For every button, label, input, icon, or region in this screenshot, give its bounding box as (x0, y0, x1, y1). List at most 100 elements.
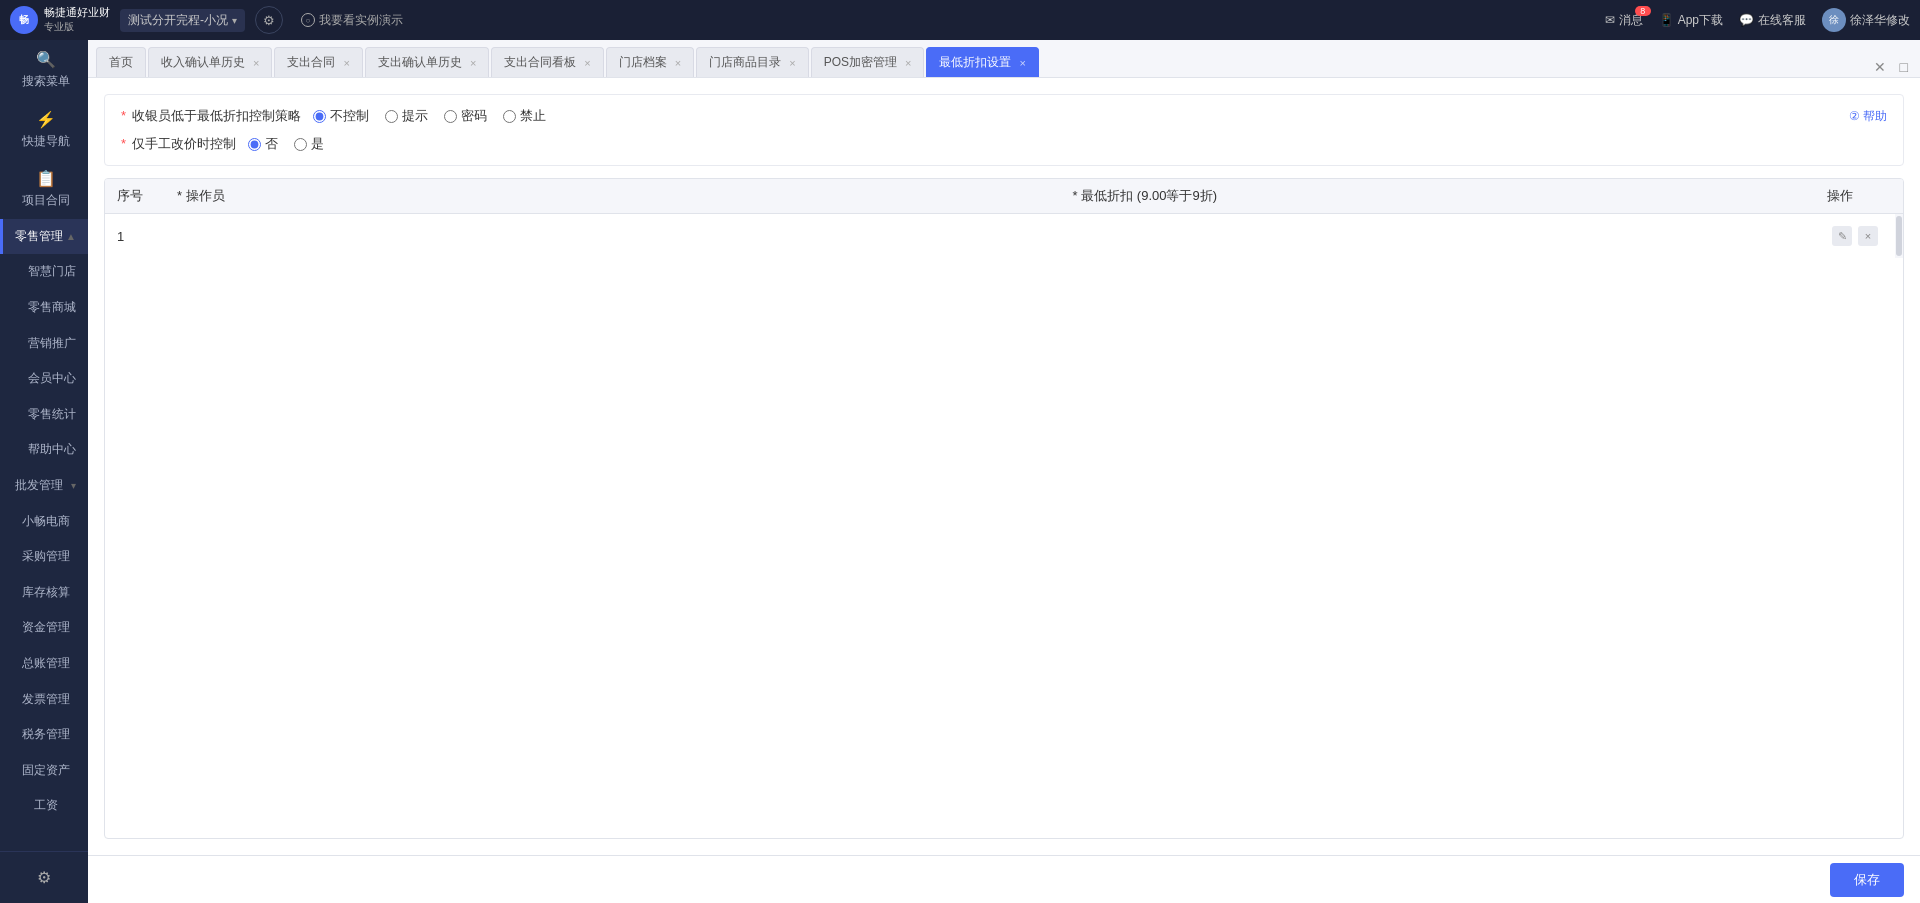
tab-actions: ✕ □ (1870, 57, 1912, 77)
manual-required-mark: * (121, 136, 126, 151)
sidebar-label-ledger: 总账管理 (22, 656, 70, 672)
sidebar-item-ecommerce[interactable]: 小畅电商 (0, 504, 88, 540)
sidebar-label-invoice: 发票管理 (22, 692, 70, 708)
workspace-selector[interactable]: 测试分开完程-小况 ▾ (120, 9, 245, 32)
online-service-button[interactable]: 💬 在线客服 (1739, 12, 1806, 29)
help-link[interactable]: ② 帮助 (1849, 108, 1887, 125)
scrollbar-thumb (1896, 216, 1902, 256)
th-min-discount: * 最低折扣 (9.00等于9折) (1061, 179, 1815, 214)
sidebar-item-salary[interactable]: 工资 (0, 788, 88, 824)
tab-store-archive-close[interactable]: × (675, 57, 681, 69)
tab-payment-confirm-history[interactable]: 支出确认单历史 × (365, 47, 489, 77)
radio-yes-label: 是 (311, 135, 324, 153)
sidebar-label-member: 会员中心 (28, 371, 76, 387)
tab-pos-password[interactable]: POS加密管理 × (811, 47, 925, 77)
app-download-button[interactable]: 📱 App下载 (1659, 12, 1723, 29)
sidebar-item-search[interactable]: 🔍 搜索菜单 (0, 40, 88, 100)
sidebar-item-help[interactable]: 帮助中心 (0, 432, 88, 468)
demo-link-icon: ○ (301, 13, 315, 27)
bottom-bar: 保存 (88, 855, 1920, 903)
radio-hint[interactable]: 提示 (385, 107, 428, 125)
message-button[interactable]: ✉ 消息 8 (1605, 12, 1643, 29)
tab-expand-button[interactable]: □ (1896, 57, 1912, 77)
radio-forbid-input[interactable] (503, 110, 516, 123)
tab-home[interactable]: 首页 (96, 47, 146, 77)
tab-store-archive[interactable]: 门店档案 × (606, 47, 694, 77)
help-label: 帮助 (1863, 108, 1887, 125)
demo-link[interactable]: ○ 我要看实例演示 (301, 12, 403, 29)
th-seq: 序号 (105, 179, 165, 214)
sidebar-gear-button[interactable]: ⚙ (8, 860, 80, 895)
tab-min-discount[interactable]: 最低折扣设置 × (926, 47, 1038, 77)
message-icon: ✉ (1605, 13, 1615, 27)
sidebar-item-tax[interactable]: 税务管理 (0, 717, 88, 753)
sidebar-item-retail[interactable]: 零售管理 ▲ (0, 219, 88, 255)
policy-required-mark: * (121, 108, 126, 123)
radio-password-input[interactable] (444, 110, 457, 123)
sidebar-item-retail-mall[interactable]: 零售商城 (0, 290, 88, 326)
tab-close-all-button[interactable]: ✕ (1870, 57, 1890, 77)
tab-store-product-close[interactable]: × (789, 57, 795, 69)
radio-hint-input[interactable] (385, 110, 398, 123)
tab-store-archive-label: 门店档案 (619, 54, 667, 71)
logo-text-group: 畅捷通好业财 专业版 (44, 6, 110, 33)
sidebar-item-smart-store[interactable]: 智慧门店 (0, 254, 88, 290)
app-logo-icon: 畅 (10, 6, 38, 34)
sidebar-item-assets[interactable]: 固定资产 (0, 753, 88, 789)
sidebar-item-retail-stats[interactable]: 零售统计 (0, 397, 88, 433)
sidebar-item-shortcut[interactable]: ⚡ 快捷导航 (0, 100, 88, 160)
settings-button[interactable]: ⚙ (255, 6, 283, 34)
sidebar-label-search: 搜索菜单 (22, 74, 70, 90)
sidebar-label-retail: 零售管理 (15, 229, 63, 245)
tab-pos-close[interactable]: × (905, 57, 911, 69)
download-icon: 📱 (1659, 13, 1674, 27)
gear-icon: ⚙ (37, 868, 51, 887)
tab-income-history-close[interactable]: × (253, 57, 259, 69)
tab-store-product[interactable]: 门店商品目录 × (696, 47, 808, 77)
delete-icon[interactable]: × (1858, 226, 1878, 246)
tab-payment-confirm-close[interactable]: × (470, 57, 476, 69)
tab-payment-board-close[interactable]: × (584, 57, 590, 69)
radio-no-control[interactable]: 不控制 (313, 107, 369, 125)
radio-password[interactable]: 密码 (444, 107, 487, 125)
sidebar-item-project[interactable]: 📋 项目合同 (0, 159, 88, 219)
radio-no-control-label: 不控制 (330, 107, 369, 125)
table-row: 1 ✎ × (105, 214, 1903, 259)
wholesale-arrow-icon: ▾ (71, 480, 76, 491)
sidebar-item-invoice[interactable]: 发票管理 (0, 682, 88, 718)
tab-income-history[interactable]: 收入确认单历史 × (148, 47, 272, 77)
radio-password-label: 密码 (461, 107, 487, 125)
radio-no[interactable]: 否 (248, 135, 278, 153)
tab-payment-contract[interactable]: 支出合同 × (274, 47, 362, 77)
save-button[interactable]: 保存 (1830, 863, 1904, 897)
sidebar-label-assets: 固定资产 (22, 763, 70, 779)
sidebar-item-wholesale[interactable]: 批发管理 ▾ (0, 468, 88, 504)
settings-icon: ⚙ (263, 13, 275, 28)
sidebar-item-purchase[interactable]: 采购管理 (0, 539, 88, 575)
radio-yes[interactable]: 是 (294, 135, 324, 153)
action-icons: ✎ × (1827, 226, 1883, 246)
sidebar-item-ledger[interactable]: 总账管理 (0, 646, 88, 682)
logo-area: 畅 畅捷通好业财 专业版 (10, 6, 110, 34)
edit-icon[interactable]: ✎ (1832, 226, 1852, 246)
logo-text: 畅捷通好业财 (44, 6, 110, 19)
radio-forbid[interactable]: 禁止 (503, 107, 546, 125)
sidebar-item-finance[interactable]: 资金管理 (0, 610, 88, 646)
radio-yes-input[interactable] (294, 138, 307, 151)
user-menu-button[interactable]: 徐 徐泽华修改 (1822, 8, 1910, 32)
logo-sub: 专业版 (44, 20, 110, 34)
manual-label: * 仅手工改价时控制 (121, 135, 236, 153)
tab-min-discount-close[interactable]: × (1019, 57, 1025, 69)
radio-no-control-input[interactable] (313, 110, 326, 123)
tab-payment-board[interactable]: 支出合同看板 × (491, 47, 603, 77)
cell-seq: 1 (105, 214, 165, 259)
top-bar: 畅 畅捷通好业财 专业版 测试分开完程-小况 ▾ ⚙ ○ 我要看实例演示 ✉ 消… (0, 0, 1920, 40)
radio-forbid-label: 禁止 (520, 107, 546, 125)
sidebar-item-member[interactable]: 会员中心 (0, 361, 88, 397)
sidebar-item-marketing[interactable]: 营销推广 (0, 326, 88, 362)
radio-no-input[interactable] (248, 138, 261, 151)
workspace-chevron: ▾ (232, 15, 237, 26)
sidebar-item-inventory[interactable]: 库存核算 (0, 575, 88, 611)
tab-payment-contract-close[interactable]: × (343, 57, 349, 69)
sidebar-label-smart-store: 智慧门店 (28, 264, 76, 280)
